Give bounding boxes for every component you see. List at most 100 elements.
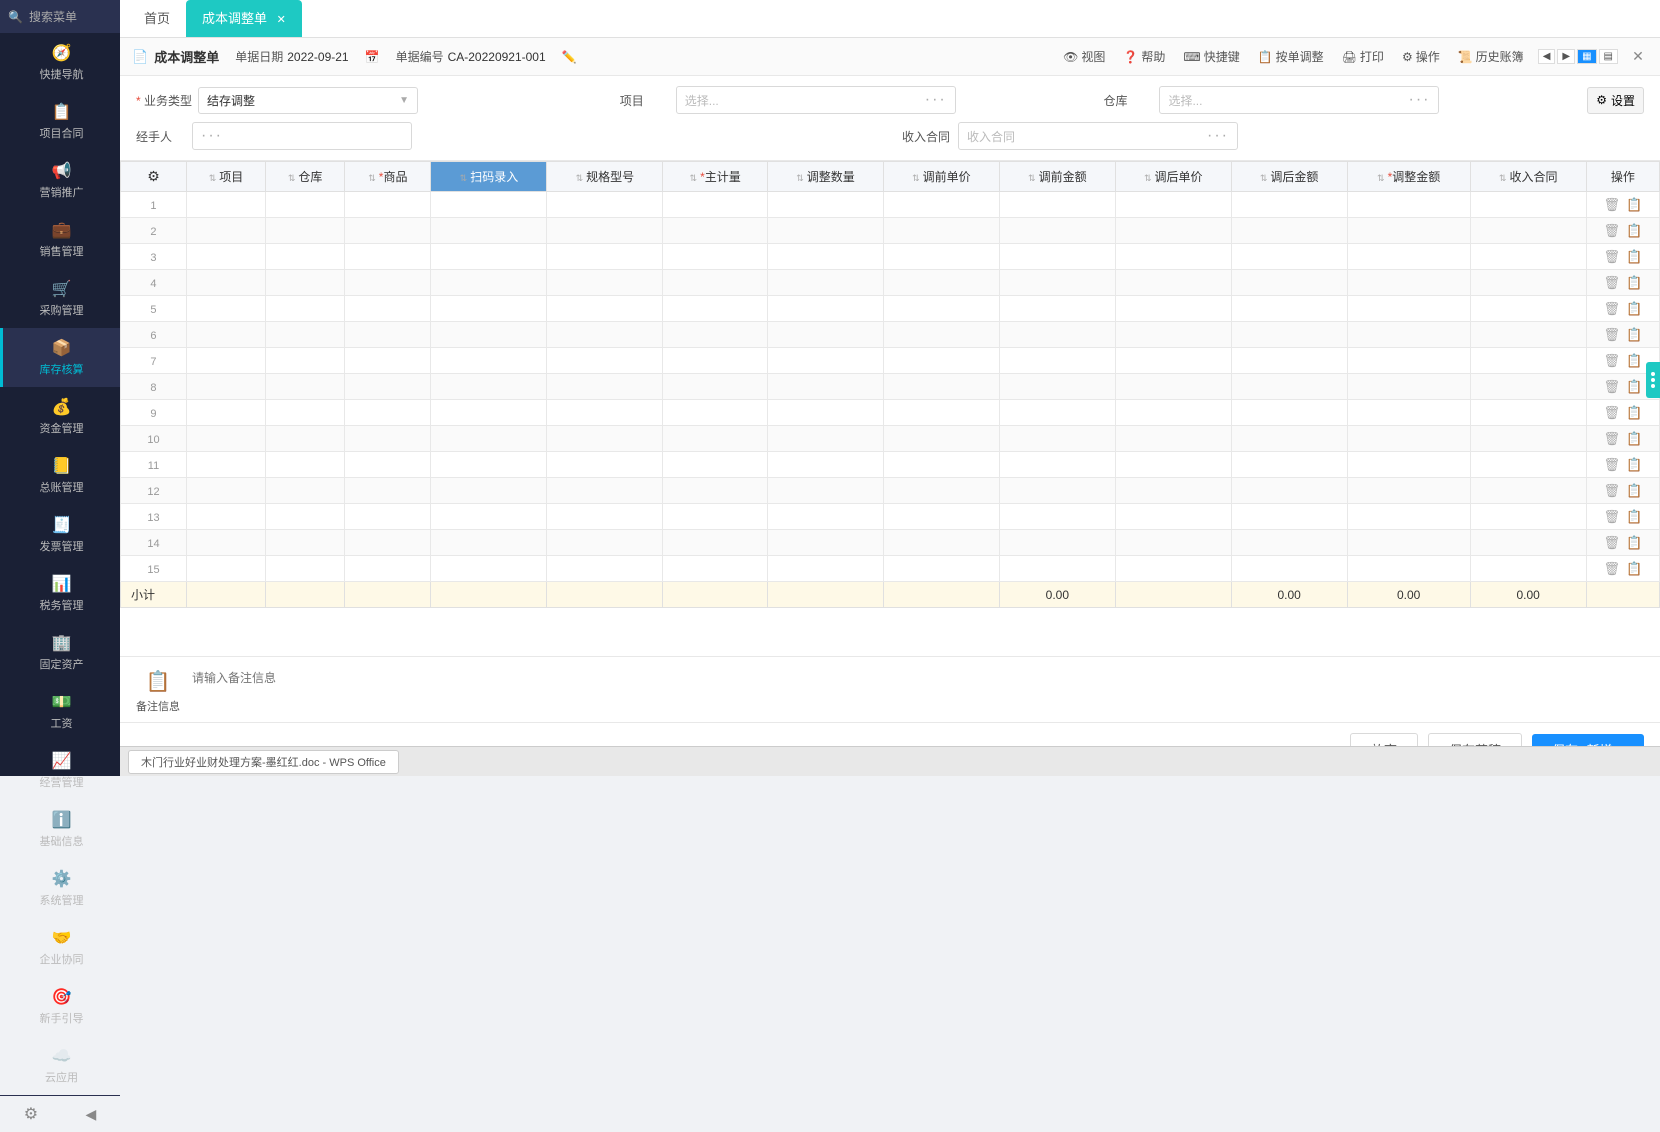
delete-icon[interactable]: 🗑 [1603,197,1620,213]
warehouse-input[interactable]: 选择... ··· [1159,86,1439,114]
copy-icon[interactable]: 📋 [1626,509,1642,525]
tab-home[interactable]: 首页 [128,0,186,37]
sidebar: 🔍 搜索菜单 🧭 快捷导航 📋 项目合同 📢 营销推广 💼 销售管理 🛒 采购管… [0,0,120,776]
copy-icon[interactable]: 📋 [1626,405,1642,421]
action-view[interactable]: 👁 视图 [1059,46,1109,67]
project-input[interactable]: 选择... ··· [676,86,956,114]
col-header-adjust-amount: ⇅*调整金额 [1347,162,1470,192]
col-label-post-amount: 调后金额 [1270,170,1318,184]
col-header-settings[interactable]: ⚙ [121,162,187,192]
sidebar-label-sys-mgmt: 系统管理 [40,892,84,908]
handler-dots-icon: ··· [201,127,223,145]
col-label-pre-price: 调前单价 [923,170,971,184]
sidebar-item-sys-mgmt[interactable]: ⚙️ 系统管理 [0,859,120,918]
copy-icon[interactable]: 📋 [1626,249,1642,265]
income-contract-input[interactable]: 收入合同 ··· [958,122,1238,150]
delete-icon[interactable]: 🗑 [1603,405,1620,421]
sidebar-item-ledger-mgmt[interactable]: 📒 总账管理 [0,446,120,505]
copy-icon[interactable]: 📋 [1626,561,1642,577]
sidebar-item-sales-promotion[interactable]: 📢 营销推广 [0,151,120,210]
sidebar-item-quick-nav[interactable]: 🧭 快捷导航 [0,33,120,92]
col-header-scan-input[interactable]: ⇅扫码录入 [431,162,547,192]
table-settings-icon[interactable]: ⚙ [147,168,160,184]
delete-icon[interactable]: 🗑 [1603,353,1620,369]
sidebar-item-biz-mgmt[interactable]: 📈 经营管理 [0,741,120,800]
copy-icon[interactable]: 📋 [1626,483,1642,499]
sidebar-item-purchase-mgmt[interactable]: 🛒 采购管理 [0,269,120,328]
copy-icon[interactable]: 📋 [1626,353,1642,369]
delete-icon[interactable]: 🗑 [1603,561,1620,577]
col-header-actions: 操作 [1586,162,1659,192]
nav-arrows: ◀ ▶ ▦ ▤ [1538,49,1618,64]
delete-icon[interactable]: 🗑 [1603,483,1620,499]
right-edge-tab[interactable] [1646,362,1660,398]
sidebar-item-fixed-assets[interactable]: 🏢 固定资产 [0,623,120,682]
sidebar-item-invoice-mgmt[interactable]: 🧾 发票管理 [0,505,120,564]
form-title-icon: 📄 [132,49,148,65]
delete-icon[interactable]: 🗑 [1603,457,1620,473]
form-close-button[interactable]: ✕ [1628,47,1648,67]
sidebar-icon-quick-nav: 🧭 [52,43,72,63]
sidebar-item-basic-info[interactable]: ℹ️ 基础信息 [0,800,120,859]
copy-icon[interactable]: 📋 [1626,327,1642,343]
copy-icon[interactable]: 📋 [1626,457,1642,473]
sidebar-item-payroll[interactable]: 💵 工资 [0,682,120,741]
delete-icon[interactable]: 🗑 [1603,301,1620,317]
sidebar-item-biz-collab[interactable]: 🤝 企业协同 [0,918,120,977]
col-label-adjust-amount: *调整金额 [1388,170,1441,184]
delete-icon[interactable]: 🗑 [1603,535,1620,551]
delete-icon[interactable]: 🗑 [1603,249,1620,265]
delete-icon[interactable]: 🗑 [1603,509,1620,525]
sidebar-item-sales-mgmt[interactable]: 💼 销售管理 [0,210,120,269]
collapse-icon[interactable]: ◀ [86,1106,97,1123]
warehouse-group: 仓库 选择... ··· [1103,86,1563,114]
table-row: 9🗑📋 [121,400,1660,426]
copy-icon[interactable]: 📋 [1626,431,1642,447]
delete-icon[interactable]: 🗑 [1603,379,1620,395]
handler-label: 经手人 [136,128,186,145]
delete-icon[interactable]: 🗑 [1603,431,1620,447]
sidebar-icon-biz-mgmt: 📈 [52,751,72,771]
action-print[interactable]: 🖨 打印 [1338,46,1388,67]
shortcut-icon: ⌨ [1183,50,1200,64]
sidebar-item-fund-mgmt[interactable]: 💰 资金管理 [0,387,120,446]
notes-input[interactable] [192,665,1644,701]
total-pre-amount: 0.00 [999,582,1115,608]
action-batch-edit[interactable]: 📋 按单调整 [1254,46,1328,67]
copy-icon[interactable]: 📋 [1626,301,1642,317]
copy-icon[interactable]: 📋 [1626,223,1642,239]
settings-icon[interactable]: ⚙ [24,1104,38,1124]
sidebar-search[interactable]: 🔍 搜索菜单 [0,0,120,33]
col-header-income-contract: ⇅收入合同 [1470,162,1586,192]
sidebar-item-tax-mgmt[interactable]: 📊 税务管理 [0,564,120,623]
date-label: 单据日期 [235,48,283,65]
copy-icon[interactable]: 📋 [1626,275,1642,291]
action-shortcut[interactable]: ⌨ 快捷键 [1179,46,1243,67]
action-history[interactable]: 📜 历史账簿 [1454,46,1528,67]
sidebar-label-purchase-mgmt: 采购管理 [40,302,84,318]
sidebar-item-project-contract[interactable]: 📋 项目合同 [0,92,120,151]
handler-input[interactable]: ··· [192,122,412,150]
income-contract-group: 收入合同 收入合同 ··· [902,122,1644,150]
copy-icon[interactable]: 📋 [1626,197,1642,213]
delete-icon[interactable]: 🗑 [1603,275,1620,291]
delete-icon[interactable]: 🗑 [1603,327,1620,343]
row-number: 1 [150,200,156,212]
sidebar-item-inventory-calc[interactable]: 📦 库存核算 [0,328,120,387]
copy-icon[interactable]: 📋 [1626,379,1642,395]
copy-icon[interactable]: 📋 [1626,535,1642,551]
calendar-icon: 📅 [365,50,380,64]
sidebar-item-cloud-apps[interactable]: ☁️ 云应用 [0,1036,120,1095]
tab-close-icon[interactable]: ✕ [277,14,286,26]
col-label-pre-amount: 调前金额 [1039,170,1087,184]
sidebar-item-newbie-guide[interactable]: 🎯 新手引导 [0,977,120,1036]
biz-type-input[interactable]: 结存调整 ▼ [198,87,418,114]
sidebar-label-tax-mgmt: 税务管理 [40,597,84,613]
action-help[interactable]: ❓ 帮助 [1119,46,1169,67]
settings-button[interactable]: ⚙ 设置 [1587,87,1644,114]
tab-cost-adjust[interactable]: 成本调整单 ✕ [186,0,302,37]
sidebar-icon-invoice-mgmt: 🧾 [52,515,72,535]
action-operations[interactable]: ⚙ 操作 [1398,46,1444,67]
taskbar-item[interactable]: 木门行业好业财处理方案-墨红红.doc - WPS Office [128,750,399,774]
delete-icon[interactable]: 🗑 [1603,223,1620,239]
